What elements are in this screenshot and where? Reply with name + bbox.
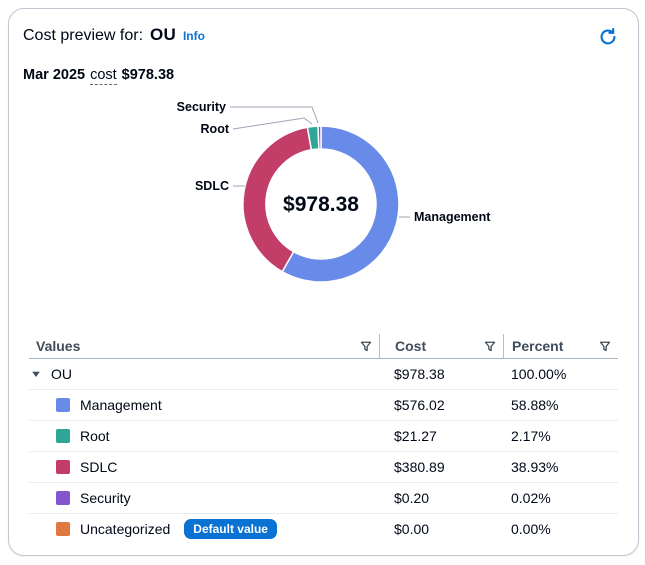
cost-breakdown-table: Values Cost Percent OU $978.38 100.00% M… [29,334,618,544]
cost-month: Mar 2025 [23,67,86,83]
row-label: Uncategorized [80,521,171,537]
color-swatch-uncategorized [56,522,70,536]
table-row-ou: OU $978.38 100.00% [29,359,618,389]
table-row-root: Root $21.27 2.17% [29,420,618,451]
cell-percent: 58.88% [511,397,559,413]
cell-values: SDLC [29,459,379,475]
cost-preview-card: Cost preview for: OU Info Mar 2025 cost … [8,8,639,556]
leader-line-root [232,117,313,130]
table-header: Values Cost Percent [29,334,618,359]
card-title: Cost preview for: OU Info [23,25,205,45]
row-label: SDLC [80,459,118,475]
cost-summary-line: Mar 2025 cost $978.38 [23,67,174,85]
row-label: Security [80,490,131,506]
default-value-badge: Default value [184,519,277,539]
cell-cost: $576.02 [394,397,445,413]
cell-percent: 100.00% [511,366,567,382]
title-prefix: Cost preview for: [23,27,144,44]
table-row-security: Security $0.20 0.02% [29,482,618,513]
cell-percent: 0.02% [511,490,551,506]
column-label-percent: Percent [512,338,564,354]
column-header-cost: Cost [379,334,503,358]
refresh-icon [599,28,617,46]
leader-line-security [230,106,319,124]
cell-cost: $978.38 [394,366,445,382]
segment-label-security: Security [177,100,226,114]
color-swatch-root [56,429,70,443]
row-label: Root [80,428,110,444]
cell-values: Uncategorized Default value [29,519,379,539]
filter-icon[interactable] [484,340,496,352]
column-label-cost: Cost [395,338,427,354]
refresh-button[interactable] [594,23,622,51]
table-row-management: Management $576.02 58.88% [29,389,618,420]
donut-center-label: $978.38 [283,193,359,216]
column-header-percent: Percent [503,334,618,358]
title-entity: OU [150,25,176,44]
cell-percent: 38.93% [511,459,559,475]
table-row-sdlc: SDLC $380.89 38.93% [29,451,618,482]
cell-cost: $21.27 [394,428,437,444]
color-swatch-management [56,398,70,412]
cell-values: Management [29,397,379,413]
donut-chart: $978.38 Management SDLC Root Security [177,100,491,283]
cell-percent: 2.17% [511,428,551,444]
color-swatch-sdlc [56,460,70,474]
expand-caret-icon[interactable] [31,369,41,379]
cost-amount: $978.38 [121,67,175,83]
cell-cost: $0.20 [394,490,430,506]
segment-label-root: Root [201,122,230,136]
row-label: Management [80,397,162,413]
donut-segment-security[interactable] [317,125,322,150]
row-label: OU [51,366,72,382]
segment-label-management: Management [414,210,491,224]
cell-cost: $380.89 [394,459,445,475]
cell-percent: 0.00% [511,521,551,537]
cell-cost: $0.00 [394,521,430,537]
color-swatch-security [56,491,70,505]
cell-values: Security [29,490,379,506]
column-label-values: Values [36,338,81,354]
cell-values: OU [29,366,379,382]
column-header-values: Values [29,334,379,358]
info-link[interactable]: Info [183,29,205,43]
table-row-uncategorized: Uncategorized Default value $0.00 0.00% [29,513,618,544]
cost-word-tooltip[interactable]: cost [90,67,117,85]
segment-label-sdlc: SDLC [195,179,229,193]
filter-icon[interactable] [360,340,372,352]
filter-icon[interactable] [599,340,611,352]
cell-values: Root [29,428,379,444]
table-body: OU $978.38 100.00% Management $576.02 58… [29,359,618,544]
